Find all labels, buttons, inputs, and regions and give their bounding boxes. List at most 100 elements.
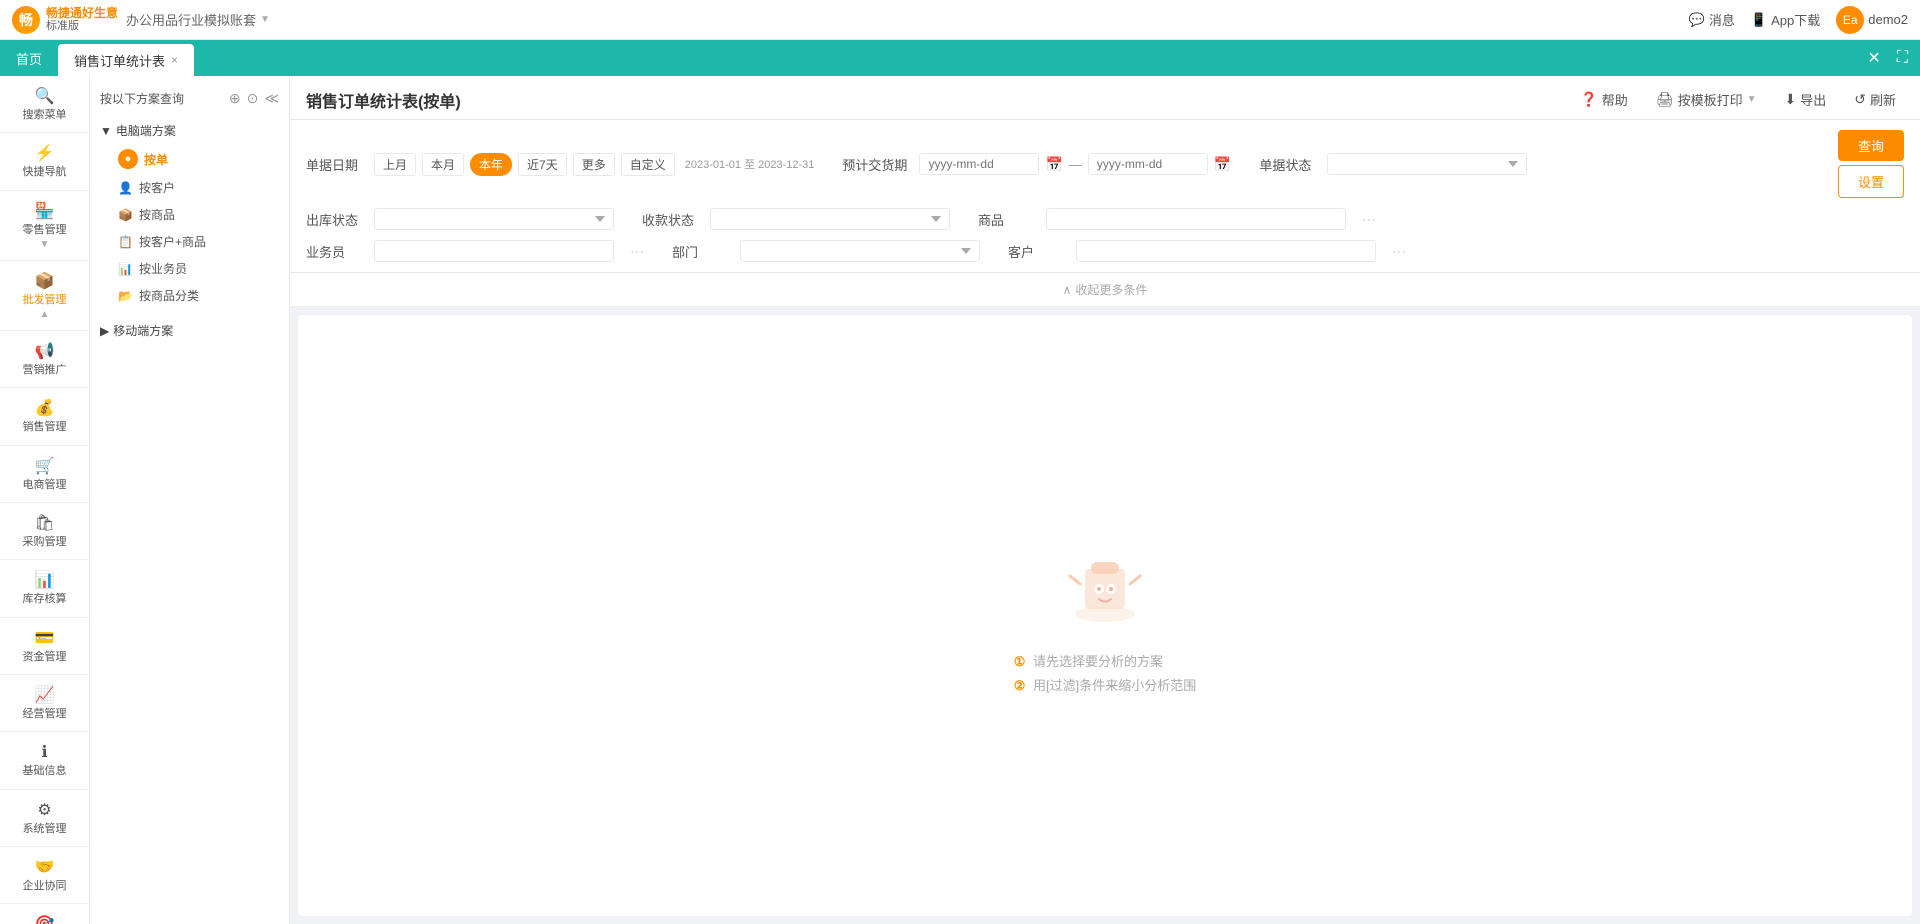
- tab-close-icon[interactable]: ×: [171, 53, 178, 67]
- goods-more-icon[interactable]: ···: [1362, 211, 1376, 227]
- retail-icon: 🏪: [35, 201, 55, 221]
- export-button[interactable]: ⬇ 导出: [1777, 86, 1835, 113]
- tab-sales-order[interactable]: 销售订单统计表 ×: [58, 44, 194, 76]
- retail-arrow-icon: ▼: [40, 239, 50, 250]
- message-button[interactable]: 💬 消息: [1689, 10, 1735, 29]
- panel-actions: ⊕ ⊙ ≪: [229, 90, 279, 107]
- ecommerce-icon: 🛒: [35, 456, 55, 476]
- purchase-icon: 🛍: [34, 513, 54, 533]
- add-scheme-button[interactable]: ⊕: [229, 90, 241, 107]
- settings-button[interactable]: 设置: [1838, 165, 1904, 198]
- status-select[interactable]: [1327, 153, 1527, 175]
- help-button[interactable]: ❓ 帮助: [1572, 86, 1635, 113]
- sidebar-item-search[interactable]: 🔍 搜索菜单: [0, 76, 89, 133]
- sidebar-item-system[interactable]: ⚙ 系统管理: [0, 790, 89, 847]
- filter-row-2: 出库状态 收款状态 商品 ···: [306, 208, 1904, 230]
- goods-input[interactable]: [1046, 208, 1346, 230]
- search-icon: 🔍: [35, 86, 55, 106]
- tree-child-label: 按客户+商品: [139, 233, 206, 250]
- tree-child-by-goods-cat[interactable]: 📂 按商品分类: [90, 282, 289, 309]
- cur-month-button[interactable]: 本月: [422, 153, 464, 176]
- sidebar-item-operations[interactable]: 📈 经营管理: [0, 675, 89, 732]
- top-bar-right: 💬 消息 📱 App下载 Ea demo2: [1689, 6, 1908, 34]
- tree-child-by-customer-goods[interactable]: 📋 按客户+商品: [90, 228, 289, 255]
- empty-illustration: [1055, 534, 1155, 634]
- payment-select[interactable]: [710, 208, 950, 230]
- sidebar-item-retail[interactable]: 🏪 零售管理 ▼: [0, 191, 89, 261]
- refresh-button[interactable]: ↺ 刷新: [1846, 86, 1904, 113]
- wholesale-arrow-icon: ▲: [40, 309, 50, 320]
- salesman-input[interactable]: [374, 240, 614, 262]
- nav-tabs: 首页 销售订单统计表 × ✕ ⛶: [0, 40, 1920, 76]
- more-date-button[interactable]: 更多: [573, 153, 615, 176]
- tree-child-label: 按单: [144, 151, 168, 168]
- status-label: 单据状态: [1259, 155, 1315, 174]
- app-download-button[interactable]: 📱 App下载: [1751, 10, 1820, 29]
- expected-date-to[interactable]: [1088, 153, 1208, 175]
- tree-child-by-order[interactable]: ● 按单: [90, 144, 289, 174]
- maximize-icon[interactable]: ⛶: [1893, 45, 1912, 71]
- active-indicator: ●: [118, 149, 138, 169]
- prev-month-button[interactable]: 上月: [374, 153, 416, 176]
- empty-text: ① 请先选择要分析的方案 ② 用[过滤]条件来缩小分析范围: [1014, 650, 1197, 697]
- tree-child-label: 按商品分类: [139, 287, 199, 304]
- sidebar-item-basic-info[interactable]: ℹ 基础信息: [0, 732, 89, 789]
- collapse-button[interactable]: ∧ 收起更多条件: [1063, 281, 1148, 298]
- system-icon: ⚙: [37, 800, 51, 820]
- avatar: Ea: [1836, 6, 1864, 34]
- collapse-panel-button[interactable]: ≪: [264, 90, 279, 107]
- user-area[interactable]: Ea demo2: [1836, 6, 1908, 34]
- customer-input[interactable]: [1076, 240, 1376, 262]
- expected-date-label: 预计交货期: [842, 155, 907, 174]
- finance-icon: 💳: [35, 628, 55, 648]
- main-layout: 🔍 搜索菜单 ⚡ 快捷导航 🏪 零售管理 ▼ 📦 批发管理 ▲ 📢 营销推广 💰…: [0, 76, 1920, 924]
- tree-parent-mobile[interactable]: ▶ 移动端方案: [90, 317, 289, 344]
- payment-label: 收款状态: [642, 210, 698, 229]
- breadcrumb[interactable]: 办公用品行业模拟账套 ▼: [126, 10, 270, 29]
- nav-tabs-right: ✕ ⛶: [1863, 44, 1920, 72]
- sidebar-item-ecommerce[interactable]: 🛒 电商管理: [0, 446, 89, 503]
- sidebar-item-finance[interactable]: 💳 资金管理: [0, 618, 89, 675]
- settings-scheme-button[interactable]: ⊙: [247, 90, 259, 107]
- close-window-icon[interactable]: ✕: [1863, 44, 1884, 72]
- cal-to-icon[interactable]: 📅: [1214, 156, 1231, 173]
- print-dropdown-icon: ▼: [1747, 94, 1757, 105]
- tree-parent-pc[interactable]: ▼ 电脑端方案: [90, 117, 289, 144]
- tree-parent-mobile-label: 移动端方案: [113, 322, 173, 339]
- inventory-icon: 📊: [35, 570, 55, 590]
- sidebar-item-enterprise[interactable]: 🤝 企业协同: [0, 847, 89, 904]
- salesman-scheme-icon: 📊: [118, 262, 133, 276]
- sidebar-item-wholesale[interactable]: 📦 批发管理 ▲: [0, 261, 89, 331]
- cal-from-icon[interactable]: 📅: [1045, 156, 1062, 173]
- print-button[interactable]: 🖨 按模板打印 ▼: [1648, 86, 1765, 113]
- week-button[interactable]: 近7天: [518, 153, 567, 176]
- tab-home[interactable]: 首页: [0, 40, 58, 76]
- logo-icon: 畅: [12, 6, 40, 34]
- salesman-more-icon[interactable]: ···: [630, 243, 644, 259]
- sidebar-item-guide[interactable]: 🎯 新手引导: [0, 904, 89, 924]
- expected-date-from[interactable]: [919, 153, 1039, 175]
- tree-child-by-goods[interactable]: 📦 按商品: [90, 201, 289, 228]
- search-button[interactable]: 查询: [1838, 130, 1904, 161]
- customer-scheme-icon: 👤: [118, 181, 133, 195]
- tree-child-by-salesman[interactable]: 📊 按业务员: [90, 255, 289, 282]
- sidebar-item-quick-nav[interactable]: ⚡ 快捷导航: [0, 133, 89, 190]
- date-group: 上月 本月 本年 近7天 更多 自定义 2023-01-01 至 2023-12…: [374, 153, 814, 176]
- basic-info-icon: ℹ: [41, 742, 47, 762]
- content-area: 按以下方案查询 ⊕ ⊙ ≪ ▼ 电脑端方案 ● 按单 👤 按客户: [90, 76, 1920, 924]
- dept-select[interactable]: [740, 240, 980, 262]
- cur-year-button[interactable]: 本年: [470, 153, 512, 176]
- sidebar-item-marketing[interactable]: 📢 营销推广: [0, 331, 89, 388]
- tree-expand-icon: ▼: [100, 124, 112, 138]
- empty-hint-2: ② 用[过滤]条件来缩小分析范围: [1014, 674, 1197, 697]
- custom-date-button[interactable]: 自定义: [621, 153, 675, 176]
- left-panel: 按以下方案查询 ⊕ ⊙ ≪ ▼ 电脑端方案 ● 按单 👤 按客户: [90, 76, 290, 924]
- sidebar-item-purchase[interactable]: 🛍 采购管理: [0, 503, 89, 560]
- sidebar-item-inventory[interactable]: 📊 库存核算: [0, 560, 89, 617]
- tree-child-by-customer[interactable]: 👤 按客户: [90, 174, 289, 201]
- refresh-icon: ↺: [1854, 91, 1866, 108]
- customer-more-icon[interactable]: ···: [1392, 243, 1406, 259]
- goods-cat-scheme-icon: 📂: [118, 289, 133, 303]
- delivery-select[interactable]: [374, 208, 614, 230]
- sidebar-item-sales[interactable]: 💰 销售管理: [0, 388, 89, 445]
